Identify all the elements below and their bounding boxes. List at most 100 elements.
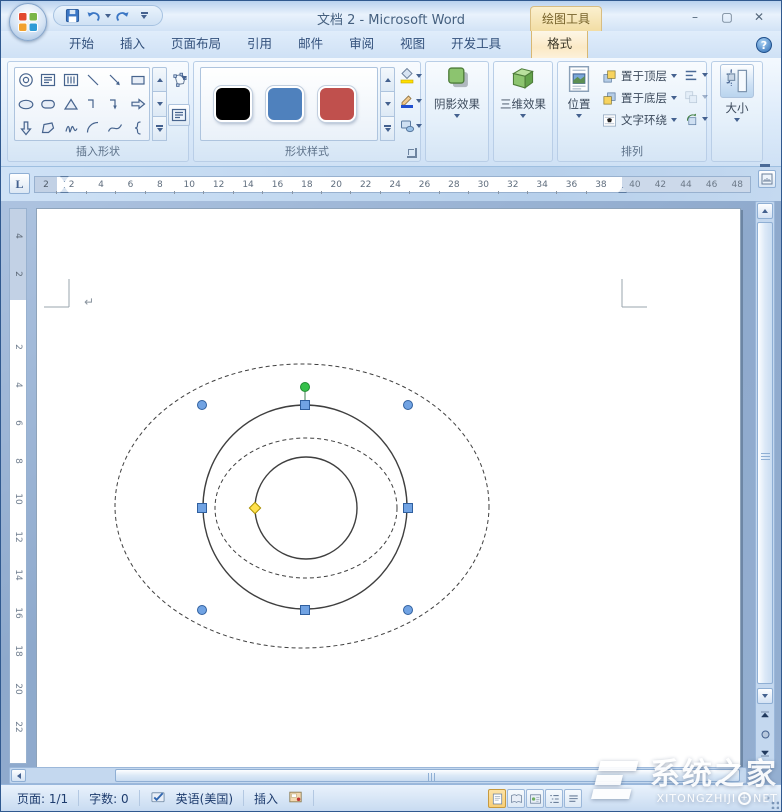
- vertical-ruler[interactable]: 42 246810121416182022: [9, 208, 27, 764]
- shape-styles-dialog-launcher[interactable]: [407, 148, 417, 158]
- ruler-toggle-button[interactable]: [758, 170, 776, 188]
- shape-rectangle[interactable]: [127, 68, 149, 92]
- insert-mode-indicator[interactable]: 插入: [254, 790, 278, 807]
- style-scroll-down-button[interactable]: [380, 92, 395, 116]
- resize-handle-top-right[interactable]: [404, 401, 413, 410]
- close-button[interactable]: ✕: [749, 10, 769, 24]
- shadow-effects-button[interactable]: 阴影效果: [426, 64, 488, 118]
- resize-handle-top[interactable]: [301, 401, 310, 410]
- ribbon-tab[interactable]: 开发工具: [438, 28, 514, 58]
- web-layout-view-button[interactable]: [526, 789, 544, 808]
- style-swatch-red[interactable]: [318, 86, 356, 122]
- macro-record-button[interactable]: [288, 790, 303, 807]
- shape-donut[interactable]: [15, 68, 37, 92]
- shape-scribble[interactable]: [60, 116, 82, 140]
- shape-elbow-connector[interactable]: [82, 92, 104, 116]
- shape-rounded-rectangle[interactable]: [37, 92, 59, 116]
- text-box-button[interactable]: [168, 104, 190, 126]
- help-button[interactable]: ?: [756, 37, 772, 53]
- gallery-scroll-up-button[interactable]: [152, 67, 167, 92]
- ribbon-tab[interactable]: 开始: [56, 28, 107, 58]
- ribbon-tab[interactable]: 插入: [107, 28, 158, 58]
- scroll-up-button[interactable]: [757, 203, 773, 219]
- previous-page-button[interactable]: [757, 708, 773, 724]
- full-screen-reading-view-button[interactable]: [507, 789, 525, 808]
- size-button[interactable]: 大小: [712, 64, 762, 122]
- change-shape-caret-icon[interactable]: [416, 124, 422, 128]
- gallery-more-button[interactable]: [152, 117, 167, 141]
- document-page[interactable]: ↵: [36, 208, 741, 771]
- print-layout-view-button[interactable]: [488, 789, 506, 808]
- split-handle[interactable]: [760, 164, 770, 167]
- scroll-left-button[interactable]: [11, 769, 26, 782]
- outline-view-button[interactable]: [545, 789, 563, 808]
- size-caret-icon: [734, 118, 740, 122]
- draft-view-button[interactable]: [564, 789, 582, 808]
- shape-horizontal-text-box[interactable]: [37, 68, 59, 92]
- page-indicator[interactable]: 页面: 1/1: [17, 790, 68, 807]
- style-swatch-blue[interactable]: [266, 86, 304, 122]
- rotation-handle[interactable]: [301, 383, 310, 392]
- resize-handle-right[interactable]: [404, 504, 413, 513]
- align-button[interactable]: [684, 68, 708, 82]
- shape-line[interactable]: [82, 68, 104, 92]
- tab-selector-button[interactable]: L: [9, 173, 30, 194]
- shape-left-brace[interactable]: [127, 116, 149, 140]
- edit-shape-button[interactable]: [170, 70, 190, 90]
- shape-arc[interactable]: [82, 116, 104, 140]
- ribbon-tab[interactable]: 引用: [234, 28, 285, 58]
- resize-handle-bottom-right[interactable]: [404, 606, 413, 615]
- shape-fill-button[interactable]: [398, 67, 416, 85]
- resize-handle-bottom[interactable]: [301, 606, 310, 615]
- ribbon-tab[interactable]: 视图: [387, 28, 438, 58]
- style-more-button[interactable]: [380, 117, 395, 141]
- resize-handle-left[interactable]: [198, 504, 207, 513]
- dashed-middle-ellipse[interactable]: [215, 438, 397, 578]
- shape-outline-button[interactable]: [398, 92, 416, 110]
- shape-curve[interactable]: [104, 116, 126, 140]
- spellcheck-status-button[interactable]: [150, 789, 166, 807]
- send-to-back-button[interactable]: 置于底层: [602, 90, 677, 106]
- shape-freeform[interactable]: [37, 116, 59, 140]
- edit-shape-caret-icon[interactable]: [181, 76, 187, 80]
- ribbon-tab-format-active[interactable]: 格式: [531, 27, 588, 58]
- position-button[interactable]: 位置: [558, 64, 600, 118]
- shape-triangle[interactable]: [60, 92, 82, 116]
- shape-fill-caret-icon[interactable]: [416, 74, 422, 78]
- word-count[interactable]: 字数: 0: [89, 790, 129, 807]
- group-3d-effects: 三维效果: [493, 61, 553, 162]
- shape-vertical-text-box[interactable]: [60, 68, 82, 92]
- rotate-button[interactable]: [684, 112, 708, 126]
- bring-to-front-button[interactable]: 置于顶层: [602, 68, 677, 84]
- text-wrapping-button[interactable]: 文字环绕: [602, 112, 677, 128]
- shape-right-arrow[interactable]: [127, 92, 149, 116]
- shape-down-arrow[interactable]: [15, 116, 37, 140]
- status-separator: [313, 790, 314, 806]
- 3d-effects-button[interactable]: 三维效果: [494, 64, 552, 118]
- language-indicator[interactable]: 英语(美国): [176, 790, 233, 807]
- ribbon-tab[interactable]: 审阅: [336, 28, 387, 58]
- group-objects-button[interactable]: [684, 90, 708, 104]
- shape-elbow-arrow-connector[interactable]: [104, 92, 126, 116]
- scroll-down-button[interactable]: [757, 688, 773, 704]
- office-button[interactable]: [9, 3, 47, 41]
- vertical-scrollbar[interactable]: [755, 201, 775, 767]
- vertical-scrollbar-thumb[interactable]: [757, 222, 773, 684]
- shape-arrow[interactable]: [104, 68, 126, 92]
- minimize-button[interactable]: –: [685, 10, 705, 24]
- shape-outline-caret-icon[interactable]: [416, 99, 422, 103]
- adjust-handle-diamond[interactable]: [249, 502, 260, 513]
- resize-handle-bottom-left[interactable]: [198, 606, 207, 615]
- resize-handle-top-left[interactable]: [198, 401, 207, 410]
- maximize-button[interactable]: ▢: [717, 10, 737, 24]
- gallery-scroll-down-button[interactable]: [152, 92, 167, 116]
- ribbon-tab[interactable]: 邮件: [285, 28, 336, 58]
- select-browse-object-button[interactable]: [757, 726, 773, 742]
- ribbon-tab[interactable]: 页面布局: [158, 28, 234, 58]
- style-scroll-up-button[interactable]: [380, 67, 395, 92]
- selected-donut-inner-circle[interactable]: [255, 457, 357, 559]
- style-swatch-black[interactable]: [214, 86, 252, 122]
- shape-oval[interactable]: [15, 92, 37, 116]
- change-shape-button[interactable]: [398, 117, 416, 135]
- horizontal-ruler[interactable]: 2 2468101214161820222426283032343638 404…: [34, 176, 751, 193]
